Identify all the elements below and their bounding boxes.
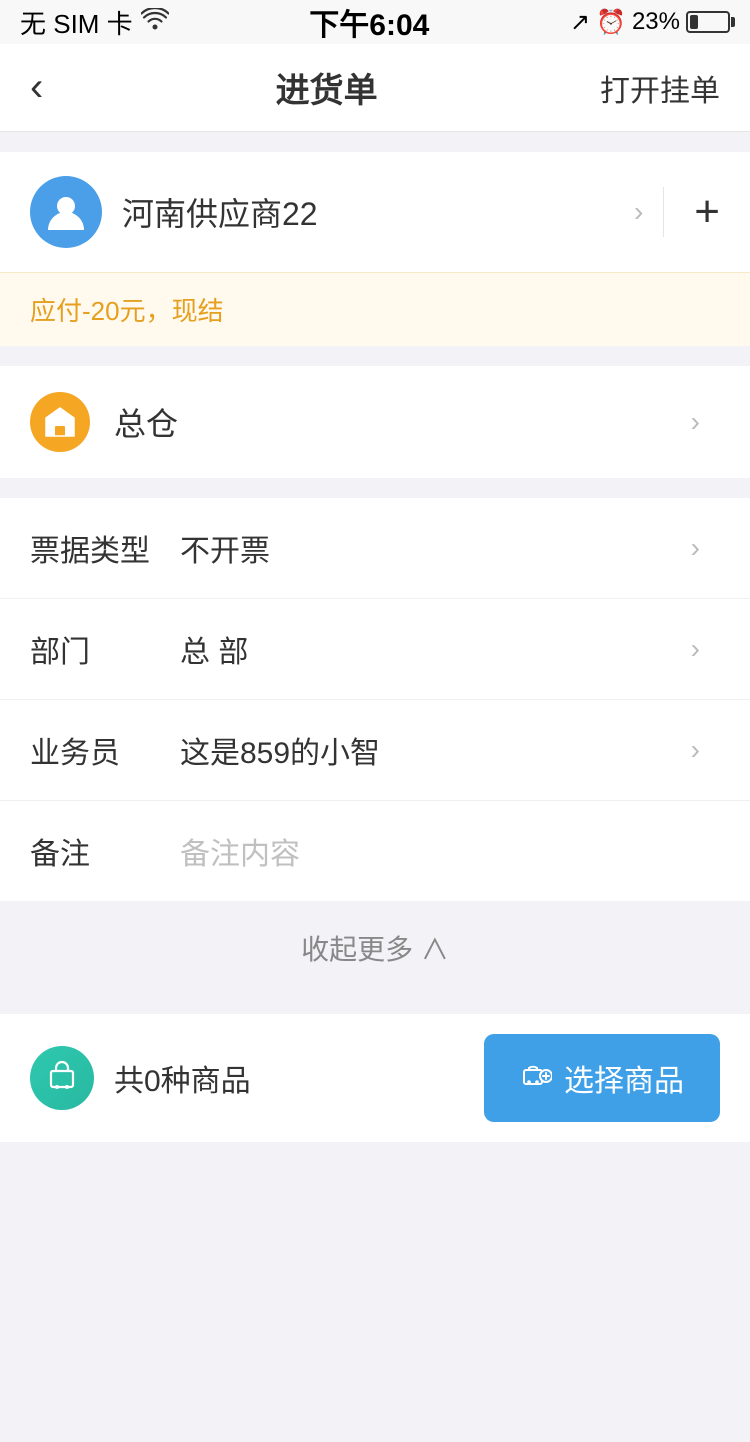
warehouse-icon [30,392,90,452]
form-section: 票据类型 不开票 › 部门 总 部 › 业务员 这是859的小智 › 备注 备注… [0,498,750,901]
status-right: ↗ ⏰ 23% [570,8,730,37]
remark-input[interactable]: 备注内容 [180,829,720,873]
department-value: 总 部 [180,627,691,671]
nav-bar: ‹ 进货单 打开挂单 [0,44,750,132]
remark-row[interactable]: 备注 备注内容 [0,801,750,901]
department-row[interactable]: 部门 总 部 › [0,599,750,700]
warehouse-section[interactable]: 总仓 › [0,366,750,478]
supplier-row[interactable]: 河南供应商22 › + [0,152,750,272]
supplier-name: 河南供应商22 [122,189,634,235]
status-time: 下午6:04 [309,0,429,44]
page-title: 进货单 [276,63,378,112]
bottom-bar: 共0种商品 选择商品 [0,1014,750,1142]
department-chevron-icon: › [691,633,700,665]
remark-label: 备注 [30,829,150,873]
content-area: 河南供应商22 › + 应付-20元，现结 总仓 › 票据类型 [0,152,750,1442]
divider [663,187,664,237]
status-bar: 无 SIM 卡 下午6:04 ↗ ⏰ 23% [0,0,750,44]
cart-icon [30,1046,94,1110]
alarm-icon: ⏰ [596,8,626,37]
warehouse-chevron-icon: › [691,406,700,438]
gray-area [0,1142,750,1442]
warehouse-label: 总仓 [114,399,691,445]
location-icon: ↗ [570,8,590,37]
collapse-row[interactable]: 收起更多 ∧ [0,902,750,994]
select-product-button[interactable]: 选择商品 [484,1034,720,1122]
salesman-row[interactable]: 业务员 这是859的小智 › [0,700,750,801]
warehouse-row[interactable]: 总仓 › [0,366,750,478]
salesman-label: 业务员 [30,728,150,772]
salesman-chevron-icon: › [691,734,700,766]
invoice-type-row[interactable]: 票据类型 不开票 › [0,498,750,599]
supplier-chevron-icon: › [634,196,643,228]
battery-percent: 23% [632,8,680,36]
product-count: 共0种商品 [114,1056,484,1100]
department-label: 部门 [30,627,150,671]
back-button[interactable]: ‹ [30,55,53,120]
status-left: 无 SIM 卡 [20,4,169,41]
supplier-section: 河南供应商22 › + 应付-20元，现结 [0,152,750,346]
collapse-label: 收起更多 ∧ [301,928,449,968]
supplier-avatar [30,176,102,248]
invoice-type-label: 票据类型 [30,526,150,570]
invoice-type-value: 不开票 [180,526,691,570]
notice-text: 应付-20元，现结 [30,296,224,326]
select-cart-icon [520,1062,552,1094]
select-product-label: 选择商品 [564,1056,684,1100]
notice-bar: 应付-20元，现结 [0,272,750,346]
signal-text: 无 SIM 卡 [20,4,133,41]
invoice-chevron-icon: › [691,532,700,564]
wifi-icon [141,8,169,37]
battery-icon [686,11,730,33]
salesman-value: 这是859的小智 [180,728,691,772]
add-supplier-button[interactable]: + [694,190,720,234]
open-pending-button[interactable]: 打开挂单 [600,66,720,110]
